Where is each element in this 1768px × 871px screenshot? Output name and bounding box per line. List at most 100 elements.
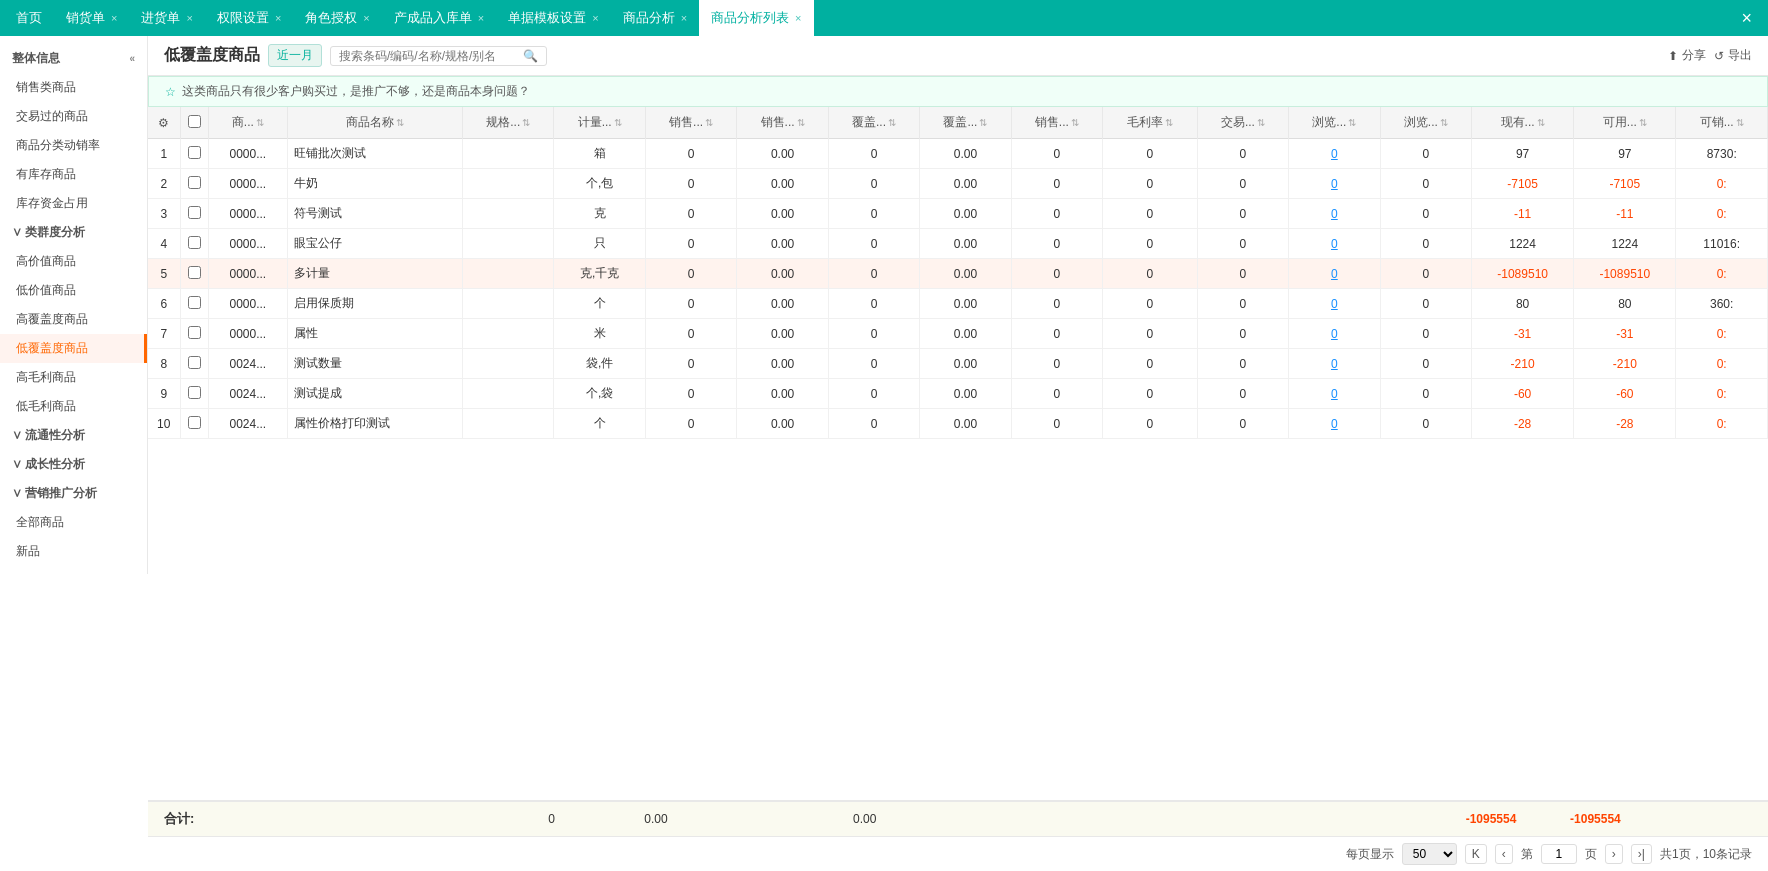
row-checkbox[interactable] <box>180 229 208 259</box>
close-roles-icon[interactable]: × <box>363 12 369 24</box>
close-purchase-icon[interactable]: × <box>186 12 192 24</box>
sidebar-item-stock-capital[interactable]: 库存资金占用 <box>0 189 147 218</box>
row-browse1[interactable]: 0 <box>1289 379 1380 409</box>
sidebar: 整体信息 « 销售类商品 交易过的商品 商品分类动销率 有库存商品 库存资金占用… <box>0 36 148 574</box>
nav-purchase[interactable]: 进货单 × <box>129 0 204 36</box>
sidebar-item-sales-goods[interactable]: 销售类商品 <box>0 73 147 102</box>
nav-template-settings[interactable]: 单据模板设置 × <box>496 0 610 36</box>
row-sales1: 0 <box>645 319 736 349</box>
sidebar-item-category-turnover[interactable]: 商品分类动销率 <box>0 131 147 160</box>
footer-sales1 <box>210 808 499 830</box>
row-name: 测试数量 <box>288 349 463 379</box>
current-page-input[interactable] <box>1541 844 1577 864</box>
row-checkbox[interactable] <box>180 169 208 199</box>
sidebar-item-low-coverage[interactable]: 低覆盖度商品 <box>0 334 147 363</box>
table-row: 7 0000... 属性 米 0 0.00 0 0.00 0 0 0 0 0 -… <box>148 319 1768 349</box>
row-cover2: 0.00 <box>920 379 1011 409</box>
sidebar-section-overall[interactable]: 整体信息 « <box>0 44 147 73</box>
sidebar-item-high-coverage[interactable]: 高覆盖度商品 <box>0 305 147 334</box>
sidebar-section-cluster[interactable]: ∨ 类群度分析 <box>0 218 147 247</box>
close-permissions-icon[interactable]: × <box>275 12 281 24</box>
col-stock2: 可用...⇅ <box>1574 107 1676 139</box>
sidebar-item-all-goods[interactable]: 全部商品 <box>0 508 147 537</box>
row-cover1: 0 <box>828 409 919 439</box>
row-browse1[interactable]: 0 <box>1289 199 1380 229</box>
sidebar-item-high-value[interactable]: 高价值商品 <box>0 247 147 276</box>
search-input[interactable] <box>339 49 519 63</box>
close-analysis-icon[interactable]: × <box>681 12 687 24</box>
sidebar-section-marketing[interactable]: ∨ 营销推广分析 <box>0 479 147 508</box>
settings-icon[interactable]: ⚙ <box>158 116 169 130</box>
sidebar-section-liquidity[interactable]: ∨ 流通性分析 <box>0 421 147 450</box>
sidebar-section-growth[interactable]: ∨ 成长性分析 <box>0 450 147 479</box>
sidebar-item-with-stock[interactable]: 有库存商品 <box>0 160 147 189</box>
row-checkbox[interactable] <box>180 409 208 439</box>
search-icon[interactable]: 🔍 <box>523 49 538 63</box>
select-all-checkbox[interactable] <box>188 115 201 128</box>
row-checkbox[interactable] <box>180 289 208 319</box>
row-name: 旺铺批次测试 <box>288 139 463 169</box>
row-code: 0024... <box>208 349 288 379</box>
row-spec <box>463 379 554 409</box>
nav-product-analysis-list[interactable]: 商品分析列表 × <box>699 0 813 36</box>
row-stock1: -210 <box>1472 349 1574 379</box>
row-browse1[interactable]: 0 <box>1289 139 1380 169</box>
row-browse1[interactable]: 0 <box>1289 409 1380 439</box>
settings-col-header[interactable]: ⚙ <box>148 107 180 139</box>
top-navigation: 首页 销货单 × 进货单 × 权限设置 × 角色授权 × 产成品入库单 × 单据… <box>0 0 1768 36</box>
row-checkbox[interactable] <box>180 379 208 409</box>
sidebar-item-traded-goods[interactable]: 交易过的商品 <box>0 102 147 131</box>
close-analysis-list-icon[interactable]: × <box>795 12 801 24</box>
sidebar-item-low-value[interactable]: 低价值商品 <box>0 276 147 305</box>
close-sales-icon[interactable]: × <box>111 12 117 24</box>
nav-sales[interactable]: 销货单 × <box>54 0 129 36</box>
row-checkbox[interactable] <box>180 199 208 229</box>
row-no: 9 <box>148 379 180 409</box>
row-browse1[interactable]: 0 <box>1289 289 1380 319</box>
window-close-button[interactable]: × <box>1729 0 1764 36</box>
row-checkbox[interactable] <box>180 319 208 349</box>
row-browse1[interactable]: 0 <box>1289 169 1380 199</box>
row-sales3: 0 <box>1011 139 1102 169</box>
time-filter-button[interactable]: 近一月 <box>268 44 322 67</box>
page-size-select[interactable]: 50 100 200 <box>1402 843 1457 865</box>
row-browse1[interactable]: 0 <box>1289 319 1380 349</box>
row-checkbox[interactable] <box>180 259 208 289</box>
row-checkbox[interactable] <box>180 139 208 169</box>
row-gross-rate: 0 <box>1103 349 1198 379</box>
sidebar-item-low-margin[interactable]: 低毛利商品 <box>0 392 147 421</box>
sidebar-item-new-goods[interactable]: 新品 <box>0 537 147 566</box>
row-stock2: -210 <box>1574 349 1676 379</box>
row-sales2: 0.00 <box>737 379 828 409</box>
next-page-button[interactable]: › <box>1605 844 1623 864</box>
nav-finished-goods[interactable]: 产成品入库单 × <box>382 0 496 36</box>
nav-home[interactable]: 首页 <box>4 0 54 36</box>
nav-permissions[interactable]: 权限设置 × <box>205 0 293 36</box>
row-gross-rate: 0 <box>1103 319 1198 349</box>
close-template-icon[interactable]: × <box>592 12 598 24</box>
export-button[interactable]: ↺ 导出 <box>1714 47 1752 64</box>
footer-cells: 0 0.00 0.00 -1095554 -1095554 <box>210 808 1752 830</box>
footer-gross <box>1021 808 1125 830</box>
last-page-button[interactable]: ›| <box>1631 844 1652 864</box>
row-stock1: 1224 <box>1472 229 1574 259</box>
checkbox-col-header[interactable] <box>180 107 208 139</box>
row-trade: 0 <box>1197 409 1288 439</box>
prev-page-button[interactable]: ‹ <box>1495 844 1513 864</box>
first-page-button[interactable]: K <box>1465 844 1487 864</box>
row-browse1[interactable]: 0 <box>1289 259 1380 289</box>
row-trade: 0 <box>1197 289 1288 319</box>
row-browse1[interactable]: 0 <box>1289 349 1380 379</box>
total-label: 共1页，10条记录 <box>1660 846 1752 863</box>
nav-product-analysis[interactable]: 商品分析 × <box>611 0 699 36</box>
row-cover2: 0.00 <box>920 169 1011 199</box>
footer-label: 合计: <box>164 810 194 828</box>
nav-roles[interactable]: 角色授权 × <box>293 0 381 36</box>
row-gross-rate: 0 <box>1103 199 1198 229</box>
share-button[interactable]: ⬆ 分享 <box>1668 47 1706 64</box>
close-finished-goods-icon[interactable]: × <box>478 12 484 24</box>
row-browse1[interactable]: 0 <box>1289 229 1380 259</box>
sidebar-item-high-margin[interactable]: 高毛利商品 <box>0 363 147 392</box>
row-stock1: -7105 <box>1472 169 1574 199</box>
row-checkbox[interactable] <box>180 349 208 379</box>
